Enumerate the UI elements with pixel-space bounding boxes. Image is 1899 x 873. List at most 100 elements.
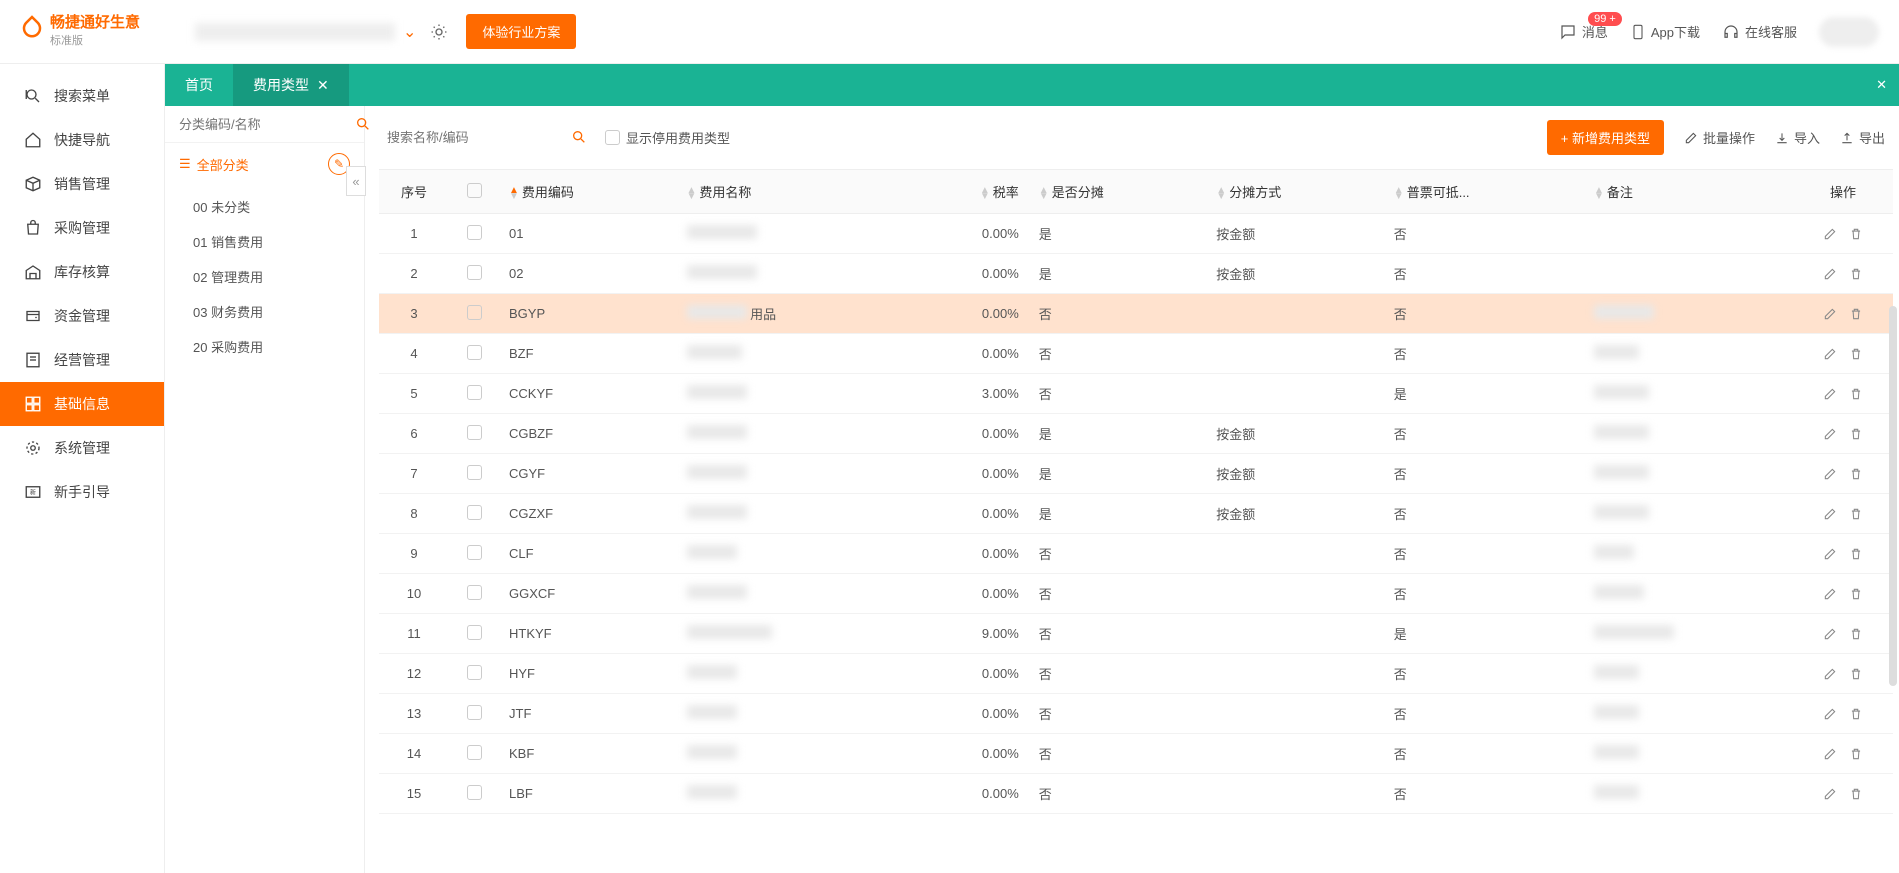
col-method[interactable]: ▲▼分摊方式 xyxy=(1206,170,1384,214)
sidebar-item-funds[interactable]: 资金管理 xyxy=(0,294,164,338)
table-row[interactable]: 15 LBF 0.00% 否 否 xyxy=(379,774,1893,814)
cell-checkbox[interactable] xyxy=(449,294,499,334)
edit-icon[interactable] xyxy=(1823,427,1837,441)
col-code[interactable]: ▲▼费用编码 xyxy=(499,170,677,214)
table-scroll[interactable]: 序号 ▲▼费用编码 ▲▼费用名称 ▲▼税率 ▲▼是否分摊 ▲▼分摊方式 ▲▼普票… xyxy=(379,169,1893,873)
col-remark[interactable]: ▲▼备注 xyxy=(1584,170,1793,214)
sidebar-item-system[interactable]: 系统管理 xyxy=(0,426,164,470)
col-deduct[interactable]: ▲▼普票可抵... xyxy=(1384,170,1584,214)
category-item[interactable]: 02 管理费用 xyxy=(165,259,364,294)
table-row[interactable]: 5 CCKYF 3.00% 否 是 xyxy=(379,374,1893,414)
col-share[interactable]: ▲▼是否分摊 xyxy=(1029,170,1207,214)
edit-icon[interactable] xyxy=(1823,787,1837,801)
add-button[interactable]: + 新增费用类型 xyxy=(1547,120,1664,155)
col-checkbox[interactable] xyxy=(449,170,499,214)
edit-icon[interactable] xyxy=(1823,307,1837,321)
category-all[interactable]: ☰ 全部分类 ✎ xyxy=(165,143,364,185)
online-service-link[interactable]: 在线客服 xyxy=(1722,22,1797,41)
cell-checkbox[interactable] xyxy=(449,694,499,734)
delete-icon[interactable] xyxy=(1849,467,1863,481)
edit-icon[interactable] xyxy=(1823,507,1837,521)
delete-icon[interactable] xyxy=(1849,427,1863,441)
edit-icon[interactable] xyxy=(1823,547,1837,561)
tab-expense-type[interactable]: 费用类型 ✕ xyxy=(233,64,349,106)
table-row[interactable]: 11 HTKYF 9.00% 否 是 xyxy=(379,614,1893,654)
sidebar-item-dashboard[interactable]: 快捷导航 xyxy=(0,118,164,162)
category-item[interactable]: 01 销售费用 xyxy=(165,224,364,259)
cell-checkbox[interactable] xyxy=(449,534,499,574)
cell-checkbox[interactable] xyxy=(449,654,499,694)
edit-icon[interactable] xyxy=(1823,627,1837,641)
table-row[interactable]: 12 HYF 0.00% 否 否 xyxy=(379,654,1893,694)
cell-checkbox[interactable] xyxy=(449,254,499,294)
table-row[interactable]: 2 02 0.00% 是 按金额 否 xyxy=(379,254,1893,294)
delete-icon[interactable] xyxy=(1849,347,1863,361)
category-item[interactable]: 03 财务费用 xyxy=(165,294,364,329)
cell-checkbox[interactable] xyxy=(449,614,499,654)
edit-icon[interactable] xyxy=(1823,747,1837,761)
org-selector[interactable]: ⌄ xyxy=(195,22,416,42)
cell-checkbox[interactable] xyxy=(449,774,499,814)
experience-button[interactable]: 体验行业方案 xyxy=(466,14,576,49)
sidebar-item-basicinfo[interactable]: 基础信息 xyxy=(0,382,164,426)
sidebar-item-business[interactable]: 经营管理 xyxy=(0,338,164,382)
export-link[interactable]: 导出 xyxy=(1840,128,1885,147)
sidebar-item-guide[interactable]: 新 新手引导 xyxy=(0,470,164,514)
delete-icon[interactable] xyxy=(1849,747,1863,761)
delete-icon[interactable] xyxy=(1849,547,1863,561)
table-row[interactable]: 7 CGYF 0.00% 是 按金额 否 xyxy=(379,454,1893,494)
category-item[interactable]: 20 采购费用 xyxy=(165,329,364,364)
col-rate[interactable]: ▲▼税率 xyxy=(906,170,1029,214)
category-item[interactable]: 00 未分类 xyxy=(165,189,364,224)
cell-checkbox[interactable] xyxy=(449,454,499,494)
gear-icon[interactable] xyxy=(430,23,448,41)
category-search-input[interactable] xyxy=(179,117,355,132)
sidebar-item-sales[interactable]: 销售管理 xyxy=(0,162,164,206)
table-row[interactable]: 10 GGXCF 0.00% 否 否 xyxy=(379,574,1893,614)
col-name[interactable]: ▲▼费用名称 xyxy=(677,170,906,214)
delete-icon[interactable] xyxy=(1849,307,1863,321)
delete-icon[interactable] xyxy=(1849,267,1863,281)
messages-link[interactable]: 消息 99 + xyxy=(1559,22,1608,41)
delete-icon[interactable] xyxy=(1849,387,1863,401)
table-row[interactable]: 6 CGBZF 0.00% 是 按金额 否 xyxy=(379,414,1893,454)
tab-home[interactable]: 首页 xyxy=(165,64,233,106)
delete-icon[interactable] xyxy=(1849,227,1863,241)
cell-checkbox[interactable] xyxy=(449,574,499,614)
table-row[interactable]: 8 CGZXF 0.00% 是 按金额 否 xyxy=(379,494,1893,534)
edit-icon[interactable] xyxy=(1823,467,1837,481)
close-icon[interactable]: ✕ xyxy=(317,77,329,94)
sidebar-item-inventory[interactable]: 库存核算 xyxy=(0,250,164,294)
delete-icon[interactable] xyxy=(1849,787,1863,801)
sidebar-item-search[interactable]: 搜索菜单 xyxy=(0,74,164,118)
sidebar-item-purchase[interactable]: 采购管理 xyxy=(0,206,164,250)
edit-icon[interactable] xyxy=(1823,707,1837,721)
app-download-link[interactable]: App下载 xyxy=(1630,22,1700,41)
delete-icon[interactable] xyxy=(1849,707,1863,721)
table-row[interactable]: 1 01 0.00% 是 按金额 否 xyxy=(379,214,1893,254)
col-index[interactable]: 序号 xyxy=(379,170,449,214)
cell-checkbox[interactable] xyxy=(449,374,499,414)
collapse-handle[interactable]: « xyxy=(346,166,366,196)
table-row[interactable]: 3 BGYP 用品 0.00% 否 否 xyxy=(379,294,1893,334)
table-row[interactable]: 9 CLF 0.00% 否 否 xyxy=(379,534,1893,574)
cell-checkbox[interactable] xyxy=(449,494,499,534)
cell-checkbox[interactable] xyxy=(449,734,499,774)
table-row[interactable]: 14 KBF 0.00% 否 否 xyxy=(379,734,1893,774)
delete-icon[interactable] xyxy=(1849,507,1863,521)
table-row[interactable]: 13 JTF 0.00% 否 否 xyxy=(379,694,1893,734)
cell-checkbox[interactable] xyxy=(449,334,499,374)
search-icon[interactable] xyxy=(571,129,587,145)
edit-icon[interactable] xyxy=(1823,587,1837,601)
tabs-close-all[interactable]: ✕ xyxy=(1864,64,1899,106)
cell-checkbox[interactable] xyxy=(449,214,499,254)
delete-icon[interactable] xyxy=(1849,627,1863,641)
edit-icon[interactable] xyxy=(1823,347,1837,361)
edit-icon[interactable] xyxy=(1823,227,1837,241)
scrollbar[interactable] xyxy=(1889,306,1897,686)
table-row[interactable]: 4 BZF 0.00% 否 否 xyxy=(379,334,1893,374)
delete-icon[interactable] xyxy=(1849,667,1863,681)
import-link[interactable]: 导入 xyxy=(1775,128,1820,147)
avatar[interactable] xyxy=(1819,17,1879,47)
edit-icon[interactable] xyxy=(1823,387,1837,401)
